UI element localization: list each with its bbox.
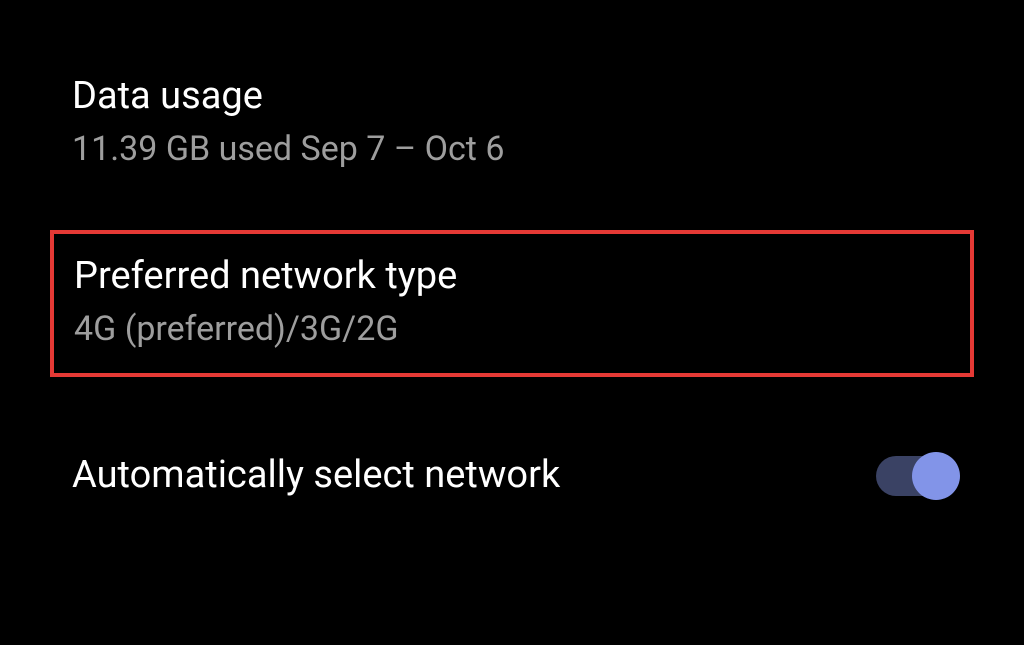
- auto-select-network-toggle[interactable]: [876, 456, 952, 496]
- data-usage-item[interactable]: Data usage 11.39 GB used Sep 7 – Oct 6: [0, 0, 1024, 200]
- toggle-thumb: [912, 452, 960, 500]
- data-usage-title: Data usage: [72, 72, 952, 121]
- data-usage-subtitle: 11.39 GB used Sep 7 – Oct 6: [72, 127, 952, 171]
- preferred-network-subtitle: 4G (preferred)/3G/2G: [74, 307, 950, 351]
- settings-list: Data usage 11.39 GB used Sep 7 – Oct 6 P…: [0, 0, 1024, 529]
- preferred-network-item[interactable]: Preferred network type 4G (preferred)/3G…: [50, 230, 974, 378]
- auto-select-network-title: Automatically select network: [72, 451, 560, 500]
- auto-select-network-item[interactable]: Automatically select network: [0, 407, 1024, 528]
- preferred-network-title: Preferred network type: [74, 252, 950, 301]
